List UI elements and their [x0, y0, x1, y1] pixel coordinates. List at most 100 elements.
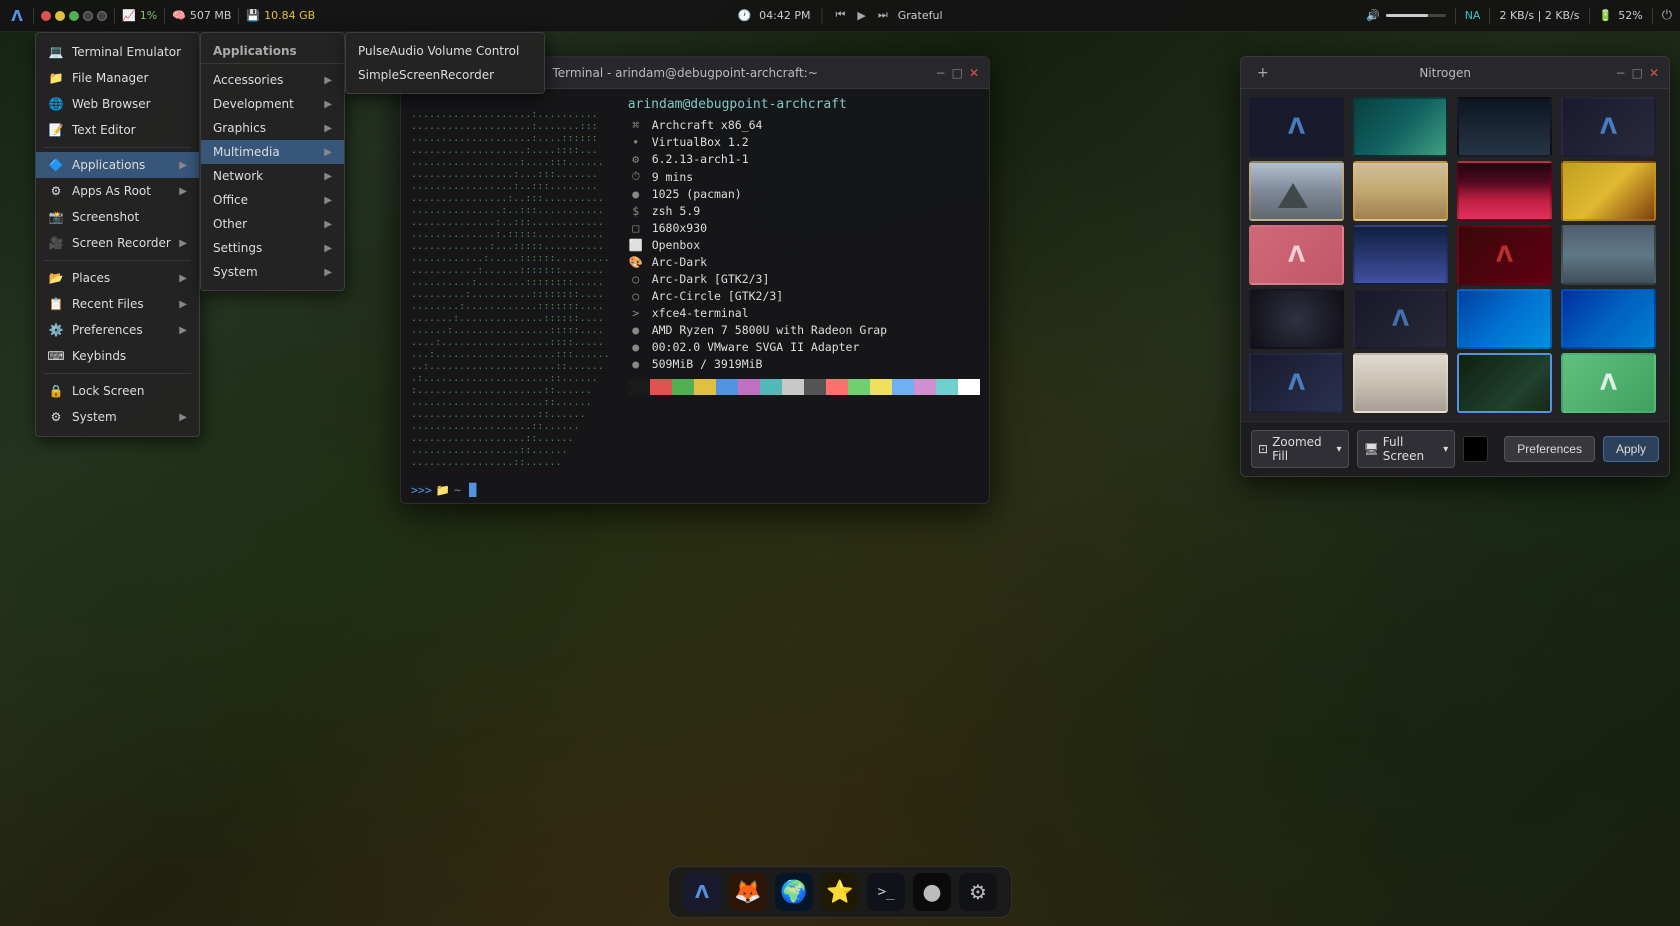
- dock-icon-firefox[interactable]: 🦊: [729, 873, 767, 911]
- taskbar-left: Λ 📈 1% 🧠 507 MB 💾 10.84 GB: [8, 7, 315, 25]
- submenu-applications: Applications Accessories ▶ Development ▶…: [200, 32, 345, 291]
- wp-logo-4: Λ: [1563, 99, 1654, 155]
- color-swatch-2: [650, 379, 672, 395]
- media-play-button[interactable]: ▶: [855, 9, 867, 22]
- wallpaper-thumb-4[interactable]: Λ: [1561, 97, 1656, 157]
- dock-icon-dot[interactable]: ●: [913, 873, 951, 911]
- settings-arrow: ▶: [324, 243, 332, 254]
- dot-gray-2[interactable]: [97, 11, 107, 21]
- menu-item-recentfiles[interactable]: 📋 Recent Files ▶: [36, 291, 199, 317]
- wallpaper-thumb-18[interactable]: [1353, 353, 1448, 413]
- wallpaper-thumb-14[interactable]: Λ: [1353, 289, 1448, 349]
- appsroot-arrow: ▶: [179, 186, 187, 197]
- submenu-other[interactable]: Other ▶: [201, 212, 344, 236]
- terminal-info: arindam@debugpoint-archcraft ⌘ Archcraft…: [618, 97, 980, 469]
- menu-item-preferences[interactable]: ⚙️ Preferences ▶: [36, 317, 199, 343]
- wallpaper-thumb-5[interactable]: [1249, 161, 1344, 221]
- nitrogen-add-button[interactable]: +: [1251, 65, 1275, 81]
- menu-item-screenshot[interactable]: 📸 Screenshot: [36, 204, 199, 230]
- terminal-maximize-button[interactable]: □: [952, 66, 963, 80]
- taskbar-separator-2: [114, 8, 115, 24]
- wallpaper-thumb-13[interactable]: [1249, 289, 1344, 349]
- submenu-multimedia[interactable]: Multimedia ▶: [201, 140, 344, 164]
- theme-icon: 🎨: [628, 255, 644, 269]
- submenu-network[interactable]: Network ▶: [201, 164, 344, 188]
- dot-red[interactable]: [41, 11, 51, 21]
- wallpaper-thumb-1[interactable]: Λ: [1249, 97, 1344, 157]
- terminal-minimize-button[interactable]: −: [936, 66, 946, 80]
- wp-img-18: [1355, 355, 1446, 411]
- mode-label: Zoomed Fill: [1272, 435, 1330, 463]
- wallpaper-thumb-17[interactable]: Λ: [1249, 353, 1344, 413]
- nitrogen-mode-select[interactable]: ⊡ Zoomed Fill ▾: [1251, 430, 1349, 468]
- submenu-system[interactable]: System ▶: [201, 260, 344, 284]
- wallpaper-thumb-8[interactable]: [1561, 161, 1656, 221]
- wallpaper-thumb-12[interactable]: [1561, 225, 1656, 285]
- menu-item-lockscreen[interactable]: 🔒 Lock Screen: [36, 378, 199, 404]
- term-row-kernel: ⚙ 6.2.13-arch1-1: [628, 152, 980, 166]
- arch-logo-icon[interactable]: Λ: [8, 7, 26, 25]
- terminal-close-button[interactable]: ✕: [969, 66, 979, 80]
- wallpaper-thumb-15[interactable]: [1457, 289, 1552, 349]
- wallpaper-thumb-7[interactable]: [1457, 161, 1552, 221]
- wallpaper-thumb-11[interactable]: Λ: [1457, 225, 1552, 285]
- nitrogen-maximize-button[interactable]: □: [1632, 66, 1643, 80]
- wallpaper-thumb-6[interactable]: [1353, 161, 1448, 221]
- terminal-window: + Terminal - arindam@debugpoint-archcraf…: [400, 56, 990, 504]
- wp-img-12: [1563, 227, 1654, 283]
- wp-img-15: [1459, 291, 1550, 347]
- menu-item-texteditor[interactable]: 📝 Text Editor: [36, 117, 199, 143]
- media-next-button[interactable]: ⏭: [876, 9, 890, 22]
- color-swatch-11: [848, 379, 870, 395]
- submenu-settings[interactable]: Settings ▶: [201, 236, 344, 260]
- wallpaper-thumb-9[interactable]: Λ: [1249, 225, 1344, 285]
- wp-img-5: [1251, 163, 1342, 219]
- submenu-development[interactable]: Development ▶: [201, 92, 344, 116]
- menu-item-keybinds[interactable]: ⌨ Keybinds: [36, 343, 199, 369]
- menu-label-terminal: Terminal Emulator: [72, 45, 181, 59]
- wp-logo-20: Λ: [1563, 355, 1654, 411]
- nitrogen-screen-select[interactable]: 🖥 Full Screen ▾: [1357, 430, 1456, 468]
- menu-item-appsroot[interactable]: ⚙ Apps As Root ▶: [36, 178, 199, 204]
- submenu-office[interactable]: Office ▶: [201, 188, 344, 212]
- nitrogen-color-button[interactable]: [1463, 436, 1488, 462]
- menu-item-screenrecorder[interactable]: 🎥 Screen Recorder ▶: [36, 230, 199, 256]
- nitrogen-close-button[interactable]: ✕: [1649, 66, 1659, 80]
- submenu-simplescreenrecorder[interactable]: SimpleScreenRecorder: [346, 63, 544, 87]
- submenu-graphics[interactable]: Graphics ▶: [201, 116, 344, 140]
- menu-item-places[interactable]: 📂 Places ▶: [36, 265, 199, 291]
- nitrogen-minimize-button[interactable]: −: [1616, 66, 1626, 80]
- dock-icon-settings[interactable]: ⚙: [959, 873, 997, 911]
- dock-icon-arch[interactable]: Λ: [683, 873, 721, 911]
- wallpaper-thumb-3[interactable]: [1457, 97, 1552, 157]
- wallpaper-thumb-16[interactable]: [1561, 289, 1656, 349]
- wallpaper-thumb-19[interactable]: [1457, 353, 1552, 413]
- power-icon[interactable]: ⏻: [1662, 8, 1672, 23]
- graphics-arrow: ▶: [324, 123, 332, 134]
- dot-green[interactable]: [69, 11, 79, 21]
- wallpaper-thumb-20[interactable]: Λ: [1561, 353, 1656, 413]
- media-prev-button[interactable]: ⏮: [833, 9, 847, 22]
- nitrogen-preferences-button[interactable]: Preferences: [1504, 436, 1595, 462]
- menu-item-browser[interactable]: 🌐 Web Browser: [36, 91, 199, 117]
- system-icon: ⚙: [48, 409, 64, 425]
- dock-icon-terminal[interactable]: >_: [867, 873, 905, 911]
- dot-gray-1[interactable]: [83, 11, 93, 21]
- nitrogen-apply-button[interactable]: Apply: [1603, 436, 1659, 462]
- office-arrow: ▶: [324, 195, 332, 206]
- dock-icon-starred[interactable]: ⭐: [821, 873, 859, 911]
- wallpaper-thumb-2[interactable]: [1353, 97, 1448, 157]
- volume-slider[interactable]: [1386, 14, 1446, 17]
- dot-yellow[interactable]: [55, 11, 65, 21]
- submenu-accessories[interactable]: Accessories ▶: [201, 68, 344, 92]
- menu-item-filemanager[interactable]: 📁 File Manager: [36, 65, 199, 91]
- term-row-terminal: ○ Arc-Circle [GTK2/3]: [628, 289, 980, 303]
- nitrogen-window: + Nitrogen − □ ✕ Λ Λ: [1240, 56, 1670, 477]
- wallpaper-thumb-10[interactable]: [1353, 225, 1448, 285]
- menu-item-terminal[interactable]: 💻 Terminal Emulator: [36, 39, 199, 65]
- uptime-icon: ⏱: [628, 169, 644, 184]
- menu-item-applications[interactable]: 🔷 Applications ▶: [36, 152, 199, 178]
- dock-icon-browser[interactable]: 🌍: [775, 873, 813, 911]
- submenu-pulseaudio[interactable]: PulseAudio Volume Control: [346, 39, 544, 63]
- menu-item-system[interactable]: ⚙ System ▶: [36, 404, 199, 430]
